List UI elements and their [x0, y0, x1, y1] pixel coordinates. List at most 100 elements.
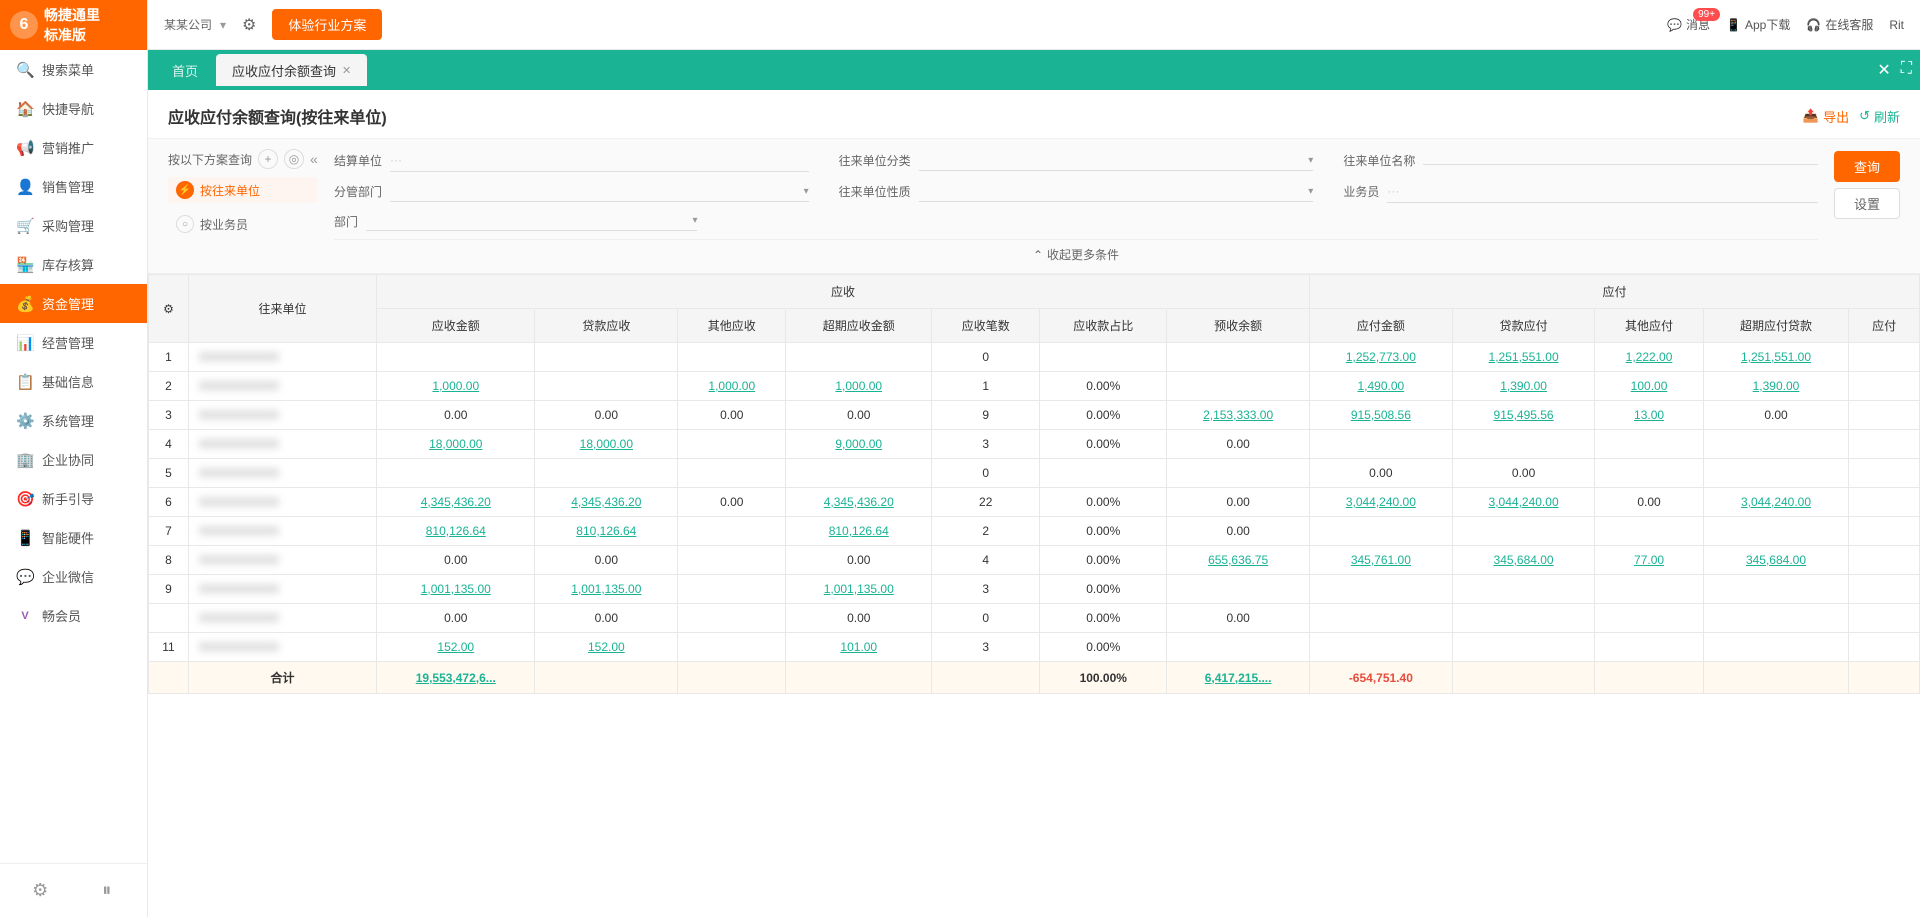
dept-head-select[interactable]: ▾ — [390, 182, 809, 202]
row-overdue_ar[interactable]: 810,126.64 — [786, 517, 932, 546]
sidebar-item-operations[interactable]: 📊 经营管理 — [0, 323, 147, 362]
app-download-button[interactable]: 📱 App下载 — [1726, 16, 1790, 33]
sidebar-item-search-menu[interactable]: 🔍 搜索菜单 — [0, 50, 147, 89]
row-ar_amount[interactable]: 1,000.00 — [377, 372, 535, 401]
row-other_ar — [678, 575, 786, 604]
message-button[interactable]: 💬 消息 99+ — [1667, 16, 1710, 33]
row-loan_ar[interactable]: 18,000.00 — [535, 430, 678, 459]
partner-nature-select[interactable]: ▾ — [919, 182, 1314, 202]
partner-category-select[interactable]: ▾ — [919, 151, 1314, 171]
filter-add-button[interactable]: + — [258, 149, 278, 169]
row-overdue_ap[interactable]: 345,684.00 — [1703, 546, 1849, 575]
row-overdue_ar[interactable]: 4,345,436.20 — [786, 488, 932, 517]
refresh-button[interactable]: ↺ 刷新 — [1859, 107, 1900, 126]
tab-home[interactable]: 首页 — [156, 54, 214, 86]
sidebar-item-guide[interactable]: 🎯 新手引导 — [0, 479, 147, 518]
row-ar_amount[interactable]: 810,126.64 — [377, 517, 535, 546]
filter-collapse-left-icon[interactable]: « — [310, 151, 318, 167]
sidebar-item-wechat[interactable]: 💬 企业微信 — [0, 557, 147, 596]
row-other_ap[interactable]: 1,222.00 — [1595, 343, 1703, 372]
export-button[interactable]: 📤 导出 — [1803, 107, 1849, 126]
row-ar_amount[interactable]: 4,345,436.20 — [377, 488, 535, 517]
row-ap_amount[interactable]: 915,508.56 — [1309, 401, 1452, 430]
sidebar-item-member[interactable]: V 畅会员 — [0, 596, 147, 635]
row-overdue_ap[interactable]: 1,390.00 — [1703, 372, 1849, 401]
total-ar-amount[interactable]: 19,553,472,6... — [377, 662, 535, 694]
row-loan_ar[interactable]: 152.00 — [535, 633, 678, 662]
row-overdue_ap — [1703, 604, 1849, 633]
row-ar_amount[interactable]: 1,001,135.00 — [377, 575, 535, 604]
row-loan_ap[interactable]: 915,495.56 — [1452, 401, 1595, 430]
row-advance_bal: 0.00 — [1167, 604, 1310, 633]
sidebar-settings-btn[interactable]: ⚙ — [10, 874, 71, 907]
row-loan_ar[interactable]: 4,345,436.20 — [535, 488, 678, 517]
table-container[interactable]: ⚙ 往来单位 应收 应付 应收金额 贷款应收 其他应收 超期应收金额 应收笔数 … — [148, 274, 1920, 917]
total-advance-bal[interactable]: 6,417,215.... — [1167, 662, 1310, 694]
top-header: 某某公司 ▾ ⚙ 体验行业方案 💬 消息 99+ 📱 App下载 🎧 在线客服 … — [148, 0, 1920, 50]
user-info[interactable]: Rit — [1889, 18, 1904, 32]
online-service-button[interactable]: 🎧 在线客服 — [1806, 16, 1873, 33]
sidebar-collapse-btn[interactable]: ⏸ — [77, 874, 138, 907]
sidebar-item-system[interactable]: ⚙️ 系统管理 — [0, 401, 147, 440]
sidebar-item-enterprise[interactable]: 🏢 企业协同 — [0, 440, 147, 479]
row-overdue_ar[interactable]: 1,001,135.00 — [786, 575, 932, 604]
sidebar-item-fund[interactable]: 💰 资金管理 — [0, 284, 147, 323]
tab-ar-ap-query[interactable]: 应收应付余额查询 ✕ — [216, 54, 367, 86]
header-gear-icon[interactable]: ⚙ — [242, 15, 256, 35]
row-advance_bal[interactable]: 2,153,333.00 — [1167, 401, 1310, 430]
row-overdue_ar[interactable]: 1,000.00 — [786, 372, 932, 401]
promo-button[interactable]: 体验行业方案 — [272, 9, 382, 40]
tab-expand-icon[interactable]: ⛶ — [1901, 60, 1912, 80]
row-ap_amount[interactable]: 1,490.00 — [1309, 372, 1452, 401]
sidebar-item-purchase[interactable]: 🛒 采购管理 — [0, 206, 147, 245]
row-other_ar[interactable]: 1,000.00 — [678, 372, 786, 401]
row-overdue_ap[interactable]: 1,251,551.00 — [1703, 343, 1849, 372]
row-ap_amount[interactable]: 345,761.00 — [1309, 546, 1452, 575]
filter-row1: 结算单位 ··· 往来单位分类 ▾ — [334, 149, 1818, 172]
row-loan_ap[interactable]: 1,390.00 — [1452, 372, 1595, 401]
row-overdue_ar[interactable]: 9,000.00 — [786, 430, 932, 459]
table-row: 3XXXXXXXXXX0.000.000.000.0090.00%2,153,3… — [149, 401, 1920, 430]
row-other_ar — [678, 546, 786, 575]
settings-button[interactable]: 设置 — [1834, 188, 1900, 219]
row-other_ap[interactable]: 13.00 — [1595, 401, 1703, 430]
row-overdue_ap[interactable]: 3,044,240.00 — [1703, 488, 1849, 517]
settlement-unit-input[interactable]: ··· — [390, 149, 809, 172]
filter-target-button[interactable]: ◎ — [284, 149, 304, 169]
row-ap_amount[interactable]: 3,044,240.00 — [1309, 488, 1452, 517]
row-ap_extra — [1849, 604, 1920, 633]
company-dropdown-icon[interactable]: ▾ — [220, 18, 226, 32]
row-loan_ar[interactable]: 1,001,135.00 — [535, 575, 678, 604]
row-other_ap — [1595, 517, 1703, 546]
row-overdue_ap — [1703, 459, 1849, 488]
row-ap_amount[interactable]: 1,252,773.00 — [1309, 343, 1452, 372]
query-button[interactable]: 查询 — [1834, 151, 1900, 182]
row-other_ap[interactable]: 77.00 — [1595, 546, 1703, 575]
row-ar_amount[interactable]: 18,000.00 — [377, 430, 535, 459]
sidebar-item-quick-nav[interactable]: 🏠 快捷导航 — [0, 89, 147, 128]
row-loan_ap[interactable]: 1,251,551.00 — [1452, 343, 1595, 372]
sidebar-item-smart-hw[interactable]: 📱 智能硬件 — [0, 518, 147, 557]
row-overdue_ar[interactable]: 101.00 — [786, 633, 932, 662]
row-ar_amount[interactable]: 152.00 — [377, 633, 535, 662]
row-loan_ap[interactable]: 3,044,240.00 — [1452, 488, 1595, 517]
row-loan_ap[interactable]: 345,684.00 — [1452, 546, 1595, 575]
row-loan_ar[interactable]: 810,126.64 — [535, 517, 678, 546]
tab-close-window-icon[interactable]: ✕ — [1877, 60, 1890, 80]
sidebar-item-sales[interactable]: 👤 销售管理 — [0, 167, 147, 206]
row-advance_bal — [1167, 343, 1310, 372]
partner-name-input[interactable] — [1423, 156, 1818, 165]
filter-option-partner[interactable]: ⚡ 按往来单位 — [168, 177, 318, 203]
service-icon: 🎧 — [1806, 18, 1821, 32]
row-advance_bal[interactable]: 655,636.75 — [1167, 546, 1310, 575]
salesperson-input[interactable]: ··· — [1387, 180, 1818, 203]
department-select[interactable]: ▾ — [366, 211, 697, 231]
sidebar-item-base-info[interactable]: 📋 基础信息 — [0, 362, 147, 401]
table-settings-icon-cell[interactable]: ⚙ — [149, 275, 189, 343]
sidebar-item-inventory[interactable]: 🏪 库存核算 — [0, 245, 147, 284]
row-other_ap[interactable]: 100.00 — [1595, 372, 1703, 401]
collapse-more-btn[interactable]: ⌃ 收起更多条件 — [334, 239, 1818, 263]
filter-option-salesperson[interactable]: ○ 按业务员 — [168, 211, 318, 237]
sidebar-item-marketing[interactable]: 📢 营销推广 — [0, 128, 147, 167]
tab-close-icon[interactable]: ✕ — [342, 64, 351, 77]
